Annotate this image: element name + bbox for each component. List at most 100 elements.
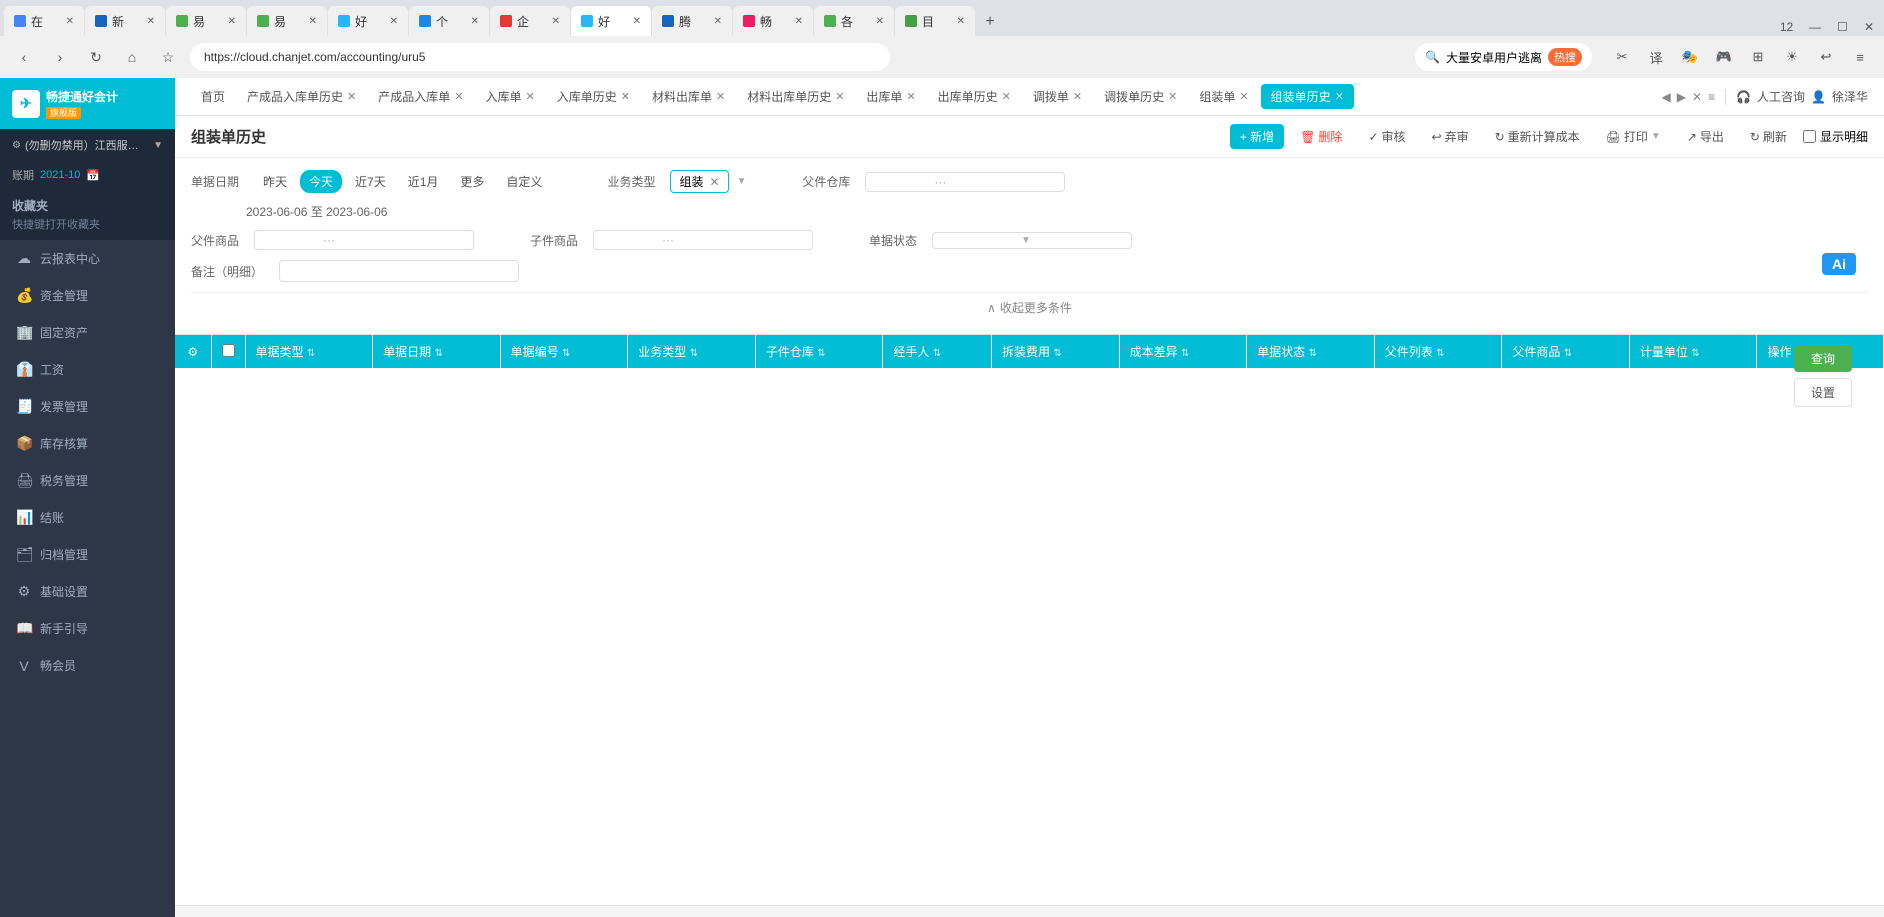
col-disassemble-fee[interactable]: 拆装费用 ⇅ [992,335,1120,368]
company-selector[interactable]: ⚙ (勿删勿禁用）江西服宝测试专用 ▼ [0,129,175,161]
browser-tab-8[interactable]: 好 ✕ [571,6,651,36]
tab-close-2[interactable]: ✕ [147,16,155,27]
child-product-select[interactable]: ··· [593,230,813,250]
sort-parent-product[interactable]: ⇅ [1564,348,1572,359]
tab-close-1[interactable]: ✕ [66,16,74,27]
collapse-button[interactable]: ∧ 收起更多条件 [191,292,1868,322]
reload-button[interactable]: ↻ [82,43,110,71]
sidebar-item-guide[interactable]: 📖 新手引导 [0,610,175,647]
business-type-select[interactable]: 组装 ✕ [670,170,728,193]
col-handler[interactable]: 经手人 ⇅ [883,335,992,368]
ai-badge[interactable]: Ai [1822,253,1856,275]
nav-tab-out-order[interactable]: 出库单✕ [856,84,925,109]
settings-button[interactable]: 设置 [1794,378,1852,407]
sidebar-item-invoice[interactable]: 🧾 发票管理 [0,388,175,425]
parent-product-select[interactable]: ··· [254,230,474,250]
print-button[interactable]: 🖨 打印 ▼ [1596,124,1671,149]
sort-bill-date[interactable]: ⇅ [434,348,442,359]
nav-tab-home[interactable]: 首页 [191,84,235,109]
nav-tab-material-out-history[interactable]: 材料出库单历史✕ [737,84,854,109]
sort-unit[interactable]: ⇅ [1691,348,1699,359]
close-tab-5[interactable]: ✕ [716,90,725,103]
date-btn-7days[interactable]: 近7天 [346,170,395,193]
col-check[interactable] [211,335,245,368]
select-all-checkbox[interactable] [222,344,235,357]
close-tab-6[interactable]: ✕ [835,90,844,103]
query-button[interactable]: 查询 [1794,345,1852,372]
note-input[interactable] [279,260,519,282]
export-button[interactable]: ↗ 导出 [1677,124,1734,149]
tab-close-12[interactable]: ✕ [957,16,965,27]
col-bill-no[interactable]: 单据编号 ⇅ [500,335,628,368]
bookmark-button[interactable]: ☆ [154,43,182,71]
sidebar-item-settlement[interactable]: 📊 结账 [0,499,175,536]
browser-tab-5[interactable]: 好 ✕ [328,6,408,36]
browser-tab-1[interactable]: 在 ✕ [4,6,84,36]
sort-bill-status[interactable]: ⇅ [1309,348,1317,359]
menu-icon[interactable]: ≡ [1846,43,1874,71]
scissors-icon[interactable]: ✂ [1608,43,1636,71]
search-box[interactable]: 🔍 大量安卓用户逃离 热搜 [1415,43,1592,71]
maximize-button[interactable]: ☐ [1831,18,1854,36]
browser-tab-10[interactable]: 畅 ✕ [733,6,813,36]
sidebar-item-fixed-assets[interactable]: 🏢 固定资产 [0,314,175,351]
close-tab-7[interactable]: ✕ [906,90,915,103]
sidebar-item-member[interactable]: V 畅会员 [0,647,175,684]
close-tab-8[interactable]: ✕ [1002,90,1011,103]
more-icon[interactable]: ≡ [1708,90,1715,104]
sort-bill-no[interactable]: ⇅ [562,348,570,359]
user-service[interactable]: 人工咨询 [1757,88,1805,105]
sidebar-item-cloud-reports[interactable]: ☁ 云报表中心 [0,240,175,277]
col-parent-list[interactable]: 父件列表 ⇅ [1374,335,1502,368]
nav-tab-finished-goods-in-history[interactable]: 产成品入库单历史✕ [237,84,366,109]
back-button[interactable]: ‹ [10,43,38,71]
new-button[interactable]: + 新增 [1230,124,1284,149]
undo-icon[interactable]: ↩ [1812,43,1840,71]
recalculate-button[interactable]: ↻ 重新计算成本 [1485,124,1590,149]
date-btn-more[interactable]: 更多 [451,170,493,193]
date-btn-yesterday[interactable]: 昨天 [254,170,296,193]
col-bill-date[interactable]: 单据日期 ⇅ [373,335,501,368]
close-tab-3[interactable]: ✕ [526,90,535,103]
forward-button[interactable]: › [46,43,74,71]
show-detail-checkbox[interactable]: 显示明细 [1803,128,1868,145]
close-tab-9[interactable]: ✕ [1073,90,1082,103]
emoji-icon[interactable]: 🎭 [1676,43,1704,71]
home-button[interactable]: ⌂ [118,43,146,71]
col-parent-product[interactable]: 父件商品 ⇅ [1502,335,1630,368]
sidebar-item-archive[interactable]: 🗂 归档管理 [0,536,175,573]
col-cost-diff[interactable]: 成本差异 ⇅ [1119,335,1247,368]
parent-warehouse-dots[interactable]: ··· [934,175,946,189]
tab-close-6[interactable]: ✕ [471,16,479,27]
sort-parent-list[interactable]: ⇅ [1436,348,1444,359]
calendar-icon[interactable]: 📅 [86,169,100,182]
date-btn-1month[interactable]: 近1月 [399,170,448,193]
browser-tab-7[interactable]: 企 ✕ [490,6,570,36]
nav-tab-transfer[interactable]: 调拨单✕ [1023,84,1092,109]
tab-close-5[interactable]: ✕ [390,16,398,27]
browser-tab-6[interactable]: 个 ✕ [409,6,489,36]
game-icon[interactable]: 🎮 [1710,43,1738,71]
col-biz-type[interactable]: 业务类型 ⇅ [628,335,756,368]
browser-tab-9[interactable]: 腾 ✕ [652,6,732,36]
sidebar-item-inventory[interactable]: 📦 库存核算 [0,425,175,462]
nav-tab-assemble[interactable]: 组装单✕ [1189,84,1258,109]
sort-child-warehouse[interactable]: ⇅ [817,348,825,359]
tab-close-11[interactable]: ✕ [876,16,884,27]
close-tab-2[interactable]: ✕ [454,90,463,103]
sort-cost-diff[interactable]: ⇅ [1181,348,1189,359]
tab-close-10[interactable]: ✕ [795,16,803,27]
tab-close-8[interactable]: ✕ [633,16,641,27]
close-all-icon[interactable]: ✕ [1692,90,1702,104]
sidebar-item-salary[interactable]: 👔 工资 [0,351,175,388]
tab-close-3[interactable]: ✕ [228,16,236,27]
sidebar-item-settings[interactable]: ⚙ 基础设置 [0,573,175,610]
sort-disassemble-fee[interactable]: ⇅ [1053,348,1061,359]
child-product-dots[interactable]: ··· [662,233,674,247]
nav-tab-material-out[interactable]: 材料出库单✕ [642,84,735,109]
parent-product-dots[interactable]: ··· [323,233,335,247]
scroll-bar-area[interactable] [175,905,1884,917]
close-tab-12[interactable]: ✕ [1335,90,1344,103]
abandon-button[interactable]: ↩ 弃审 [1422,124,1479,149]
delete-button[interactable]: 🗑 删除 [1290,124,1352,149]
